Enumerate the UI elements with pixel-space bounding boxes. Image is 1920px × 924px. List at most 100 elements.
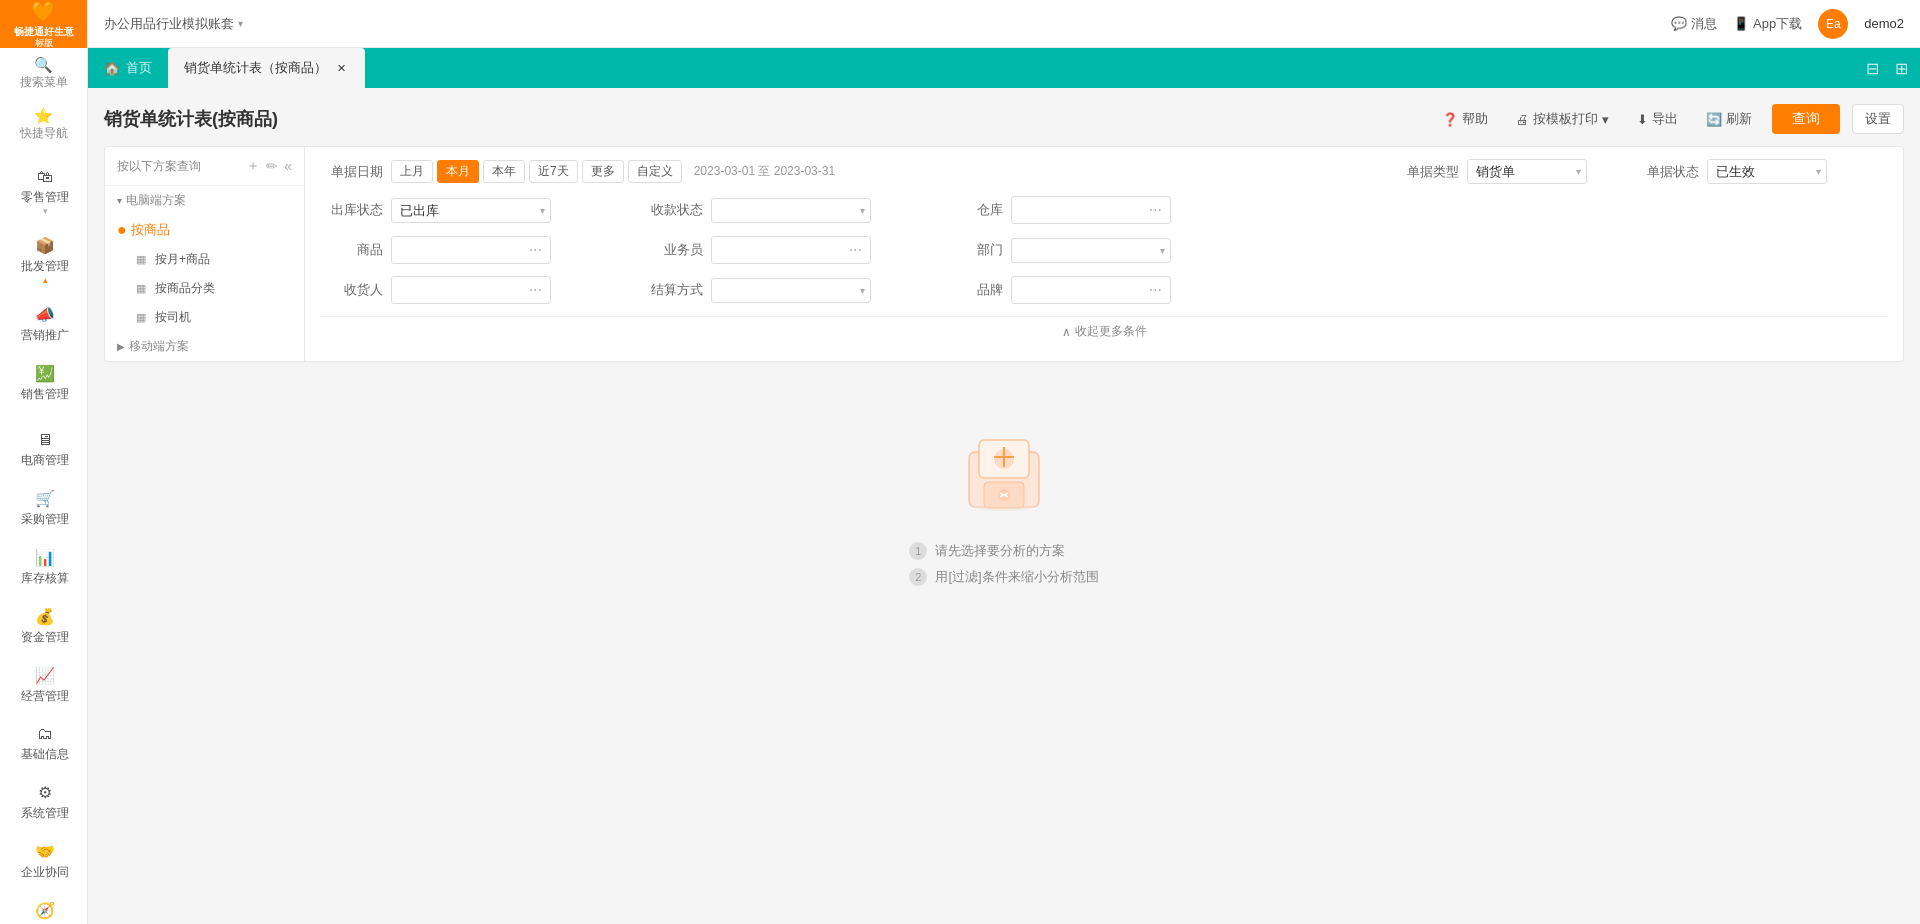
app-download-icon: 📱 <box>1733 16 1749 31</box>
receiver-input[interactable]: ··· <box>391 276 551 304</box>
doc-type-select-wrapper: 销货单 <box>1467 159 1587 184</box>
salesperson-input[interactable]: ··· <box>711 236 871 264</box>
logo-sub: 标版 <box>35 38 53 50</box>
page-title: 销货单统计表(按商品) <box>104 107 278 131</box>
refresh-btn[interactable]: 🔄 刷新 <box>1698 106 1760 132</box>
sub-tree-item-month[interactable]: ▦ 按月+商品 <box>105 245 304 274</box>
sidebar-item-system[interactable]: ⚙ 系统管理 <box>0 773 87 832</box>
mobile-expand-arrow[interactable]: ▶ <box>117 341 125 352</box>
tab-fullscreen-btn[interactable]: ⊞ <box>1891 55 1912 82</box>
warehouse-input[interactable]: ··· <box>1011 196 1171 224</box>
print-btn[interactable]: 🖨 按模板打印 ▾ <box>1508 106 1617 132</box>
header-right: 💬 消息 📱 App下载 Ea demo2 <box>1671 9 1904 39</box>
driver-label: 按司机 <box>155 309 191 326</box>
user-avatar-text: Ea <box>1826 17 1841 31</box>
sub-tree-item-category[interactable]: ▦ 按商品分类 <box>105 274 304 303</box>
sidebar-item-wholesale[interactable]: 📦 批发管理 ▴ <box>0 226 87 295</box>
sidebar-item-ecommerce[interactable]: 🖥 电商管理 <box>0 421 87 479</box>
settings-btn[interactable]: 设置 <box>1852 104 1904 134</box>
receiver-label: 收货人 <box>321 281 391 299</box>
help-btn[interactable]: ❓ 帮助 <box>1434 106 1496 132</box>
out-status-select[interactable]: 已出库 <box>391 198 551 223</box>
logo-icon: 🧡 <box>31 0 56 24</box>
department-label: 部门 <box>971 241 1011 259</box>
message-btn[interactable]: 💬 消息 <box>1671 15 1717 33</box>
tree-category-mobile: ▶ 移动端方案 <box>105 332 304 361</box>
edit-scheme-btn[interactable]: ✏ <box>266 158 278 174</box>
tree-item-product[interactable]: ● 按商品 <box>105 215 304 245</box>
tab-home[interactable]: 🏠 首页 <box>88 48 168 88</box>
tab-report[interactable]: 销货单统计表（按商品） ✕ <box>168 48 365 88</box>
date-label: 单据日期 <box>321 163 391 181</box>
doc-type-select[interactable]: 销货单 <box>1467 159 1587 184</box>
page-title-bar: 销货单统计表(按商品) ❓ 帮助 🖨 按模板打印 ▾ ⬇ 导出 🔄 刷新 <box>104 104 1904 134</box>
tab-minimize-btn[interactable]: ⊟ <box>1862 55 1883 82</box>
last7-btn[interactable]: 近7天 <box>529 160 578 183</box>
payment-select[interactable] <box>711 278 871 303</box>
last-month-btn[interactable]: 上月 <box>391 160 433 183</box>
this-month-btn[interactable]: 本月 <box>437 160 479 183</box>
ecommerce-icon: 🖥 <box>37 431 53 449</box>
empty-illustration <box>944 422 1064 522</box>
sidebar-item-operation[interactable]: 📈 经营管理 <box>0 656 87 715</box>
sidebar-item-sales[interactable]: 💹 销售管理 <box>0 354 87 413</box>
sidebar-item-inventory[interactable]: 📊 库存核算 <box>0 538 87 597</box>
sidebar-item-retail[interactable]: 🛍 零售管理 ▾ <box>0 158 87 226</box>
app-download-btn[interactable]: 📱 App下载 <box>1733 15 1802 33</box>
category-icon: ▦ <box>133 281 149 297</box>
print-expand: ▾ <box>1602 112 1609 127</box>
export-btn[interactable]: ⬇ 导出 <box>1629 106 1686 132</box>
receive-status-select[interactable] <box>711 198 871 223</box>
sidebar-item-finance[interactable]: 💰 资金管理 <box>0 597 87 656</box>
doc-status-select[interactable]: 已生效 <box>1707 159 1827 184</box>
brand-input[interactable]: ··· <box>1011 276 1171 304</box>
salesperson-control: ··· <box>711 236 931 264</box>
tip-num-2: 2 <box>909 568 927 586</box>
message-icon: 💬 <box>1671 16 1687 31</box>
export-label: 导出 <box>1652 110 1678 128</box>
filter-row-2: 出库状态 已出库 收款状态 <box>321 196 1887 224</box>
query-btn[interactable]: 查询 <box>1772 104 1840 134</box>
home-icon: 🏠 <box>104 61 120 76</box>
app-selector[interactable]: 办公用品行业模拟账套 ▾ <box>104 15 243 33</box>
receive-status-control <box>711 198 931 223</box>
sidebar-item-marketing[interactable]: 📣 营销推广 <box>0 295 87 354</box>
sidebar-item-basic[interactable]: 🗂 基础信息 <box>0 715 87 773</box>
goods-control: ··· <box>391 236 611 264</box>
mobile-category-label: 移动端方案 <box>129 338 189 355</box>
department-select[interactable] <box>1011 238 1171 263</box>
pc-category-label: 电脑端方案 <box>126 192 186 209</box>
search-menu-item[interactable]: 🔍 搜索菜单 <box>0 48 87 99</box>
add-scheme-btn[interactable]: ＋ <box>246 157 260 175</box>
product-item-label: 按商品 <box>131 221 170 239</box>
out-status-control: 已出库 <box>391 198 611 223</box>
pc-expand-arrow[interactable]: ▾ <box>117 195 122 206</box>
more-btn[interactable]: 更多 <box>582 160 624 183</box>
user-avatar[interactable]: Ea <box>1818 9 1848 39</box>
department-control <box>1011 238 1887 263</box>
tab-report-close[interactable]: ✕ <box>333 60 349 76</box>
custom-btn[interactable]: 自定义 <box>628 160 682 183</box>
left-panel-title: 按以下方案查询 <box>117 158 201 175</box>
department-select-wrapper <box>1011 238 1171 263</box>
left-panel: 按以下方案查询 ＋ ✏ « ▾ 电脑端方案 ● 按商品 <box>105 147 305 361</box>
category-label: 按商品分类 <box>155 280 215 297</box>
left-panel-header-actions: ＋ ✏ « <box>246 157 292 175</box>
collapse-btn[interactable]: ∧ 收起更多条件 <box>321 316 1887 346</box>
sidebar-item-cooperation[interactable]: 🤝 企业协同 <box>0 832 87 891</box>
sales-icon: 💹 <box>35 364 55 383</box>
top-header: 办公用品行业模拟账套 ▾ 💬 消息 📱 App下载 Ea demo2 <box>88 0 1920 48</box>
this-year-btn[interactable]: 本年 <box>483 160 525 183</box>
goods-input[interactable]: ··· <box>391 236 551 264</box>
app-logo: 🧡 畅捷通好生意 标版 <box>0 0 87 48</box>
payment-label: 结算方式 <box>651 281 711 299</box>
collapse-panel-btn[interactable]: « <box>284 158 292 174</box>
quick-nav-item[interactable]: ⭐ 快捷导航 <box>0 99 87 150</box>
doc-type-label: 单据类型 <box>1407 163 1467 181</box>
sidebar-item-guide[interactable]: 🧭 新手引导 <box>0 891 87 924</box>
receiver-dots: ··· <box>529 281 542 299</box>
sidebar: 🧡 畅捷通好生意 标版 🔍 搜索菜单 ⭐ 快捷导航 🛍 零售管理 ▾ 📦 批发管… <box>0 0 88 924</box>
purchase-label: 采购管理 <box>21 511 69 528</box>
sub-tree-item-driver[interactable]: ▦ 按司机 <box>105 303 304 332</box>
sidebar-item-purchase[interactable]: 🛒 采购管理 <box>0 479 87 538</box>
